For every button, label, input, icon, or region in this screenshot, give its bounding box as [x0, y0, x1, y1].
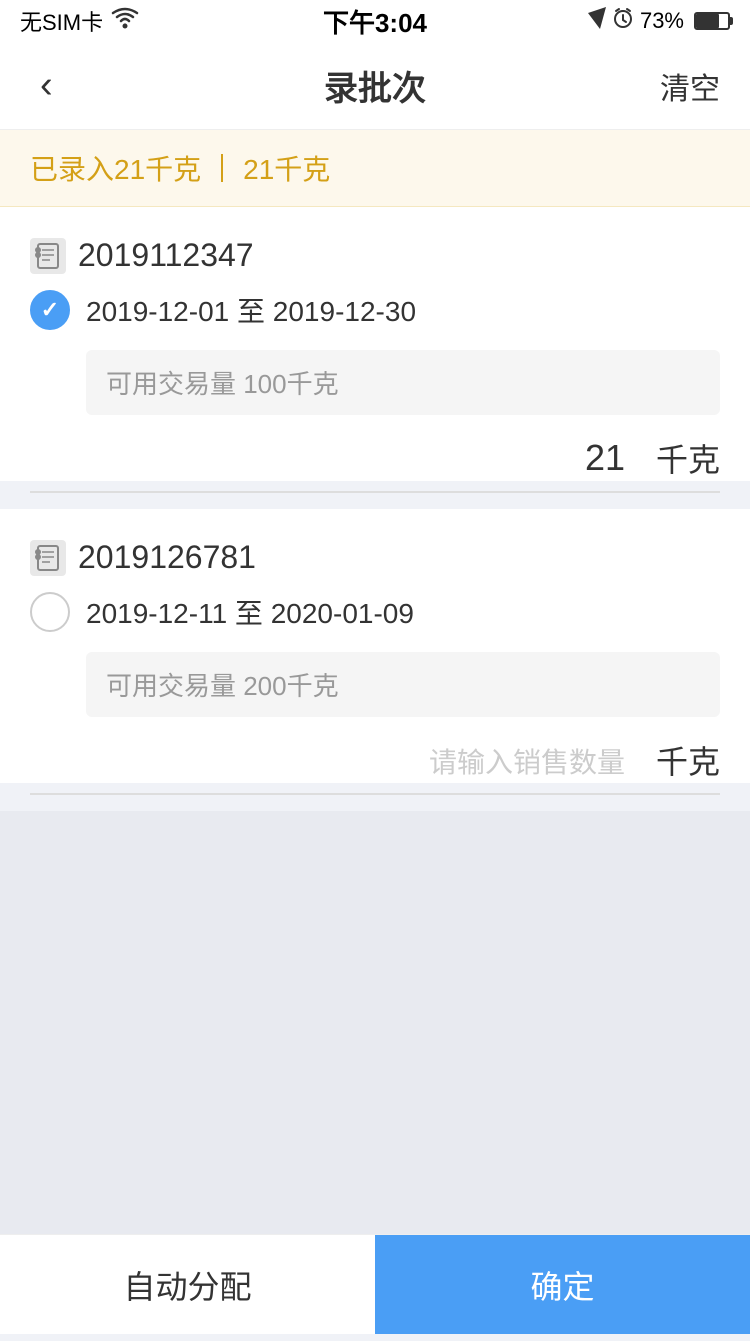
summary-total: 21千克	[243, 148, 330, 188]
section-divider-1	[0, 493, 750, 509]
batch2-icon	[30, 540, 66, 576]
page-title: 录批次	[324, 61, 426, 110]
batch2-radio[interactable]	[30, 592, 70, 632]
gray-area	[0, 811, 750, 1241]
summary-divider	[221, 154, 223, 182]
nav-bar: ‹ 录批次 清空	[0, 42, 750, 130]
batch1-icon	[30, 238, 66, 274]
batch1-number: 2019112347	[78, 237, 254, 274]
batch2-qty-row: 千克	[0, 717, 750, 783]
batch-card-1: 2019112347 ✓ 2019-12-01 至 2019-12-30 可用交…	[0, 207, 750, 415]
summary-recorded: 已录入21千克	[30, 148, 201, 188]
batch1-available: 可用交易量 100千克	[86, 350, 720, 415]
back-button[interactable]: ‹	[30, 54, 63, 117]
status-bar: 无SIM卡 下午3:04 73%	[0, 0, 750, 42]
batch1-qty-row: 千克	[0, 415, 750, 481]
batch1-radio[interactable]: ✓	[30, 290, 70, 330]
batch1-date-row: ✓ 2019-12-01 至 2019-12-30	[30, 290, 720, 330]
batch2-available: 可用交易量 200千克	[86, 652, 720, 717]
alarm-icon	[612, 7, 634, 35]
status-right: 73%	[588, 7, 730, 35]
batch1-date: 2019-12-01 至 2019-12-30	[86, 290, 416, 330]
batch1-check: ✓	[41, 297, 59, 323]
batch2-header: 2019126781	[30, 539, 720, 576]
batch2-qty-input[interactable]	[175, 739, 640, 781]
batch2-date: 2019-12-11 至 2020-01-09	[86, 592, 414, 632]
sim-text: 无SIM卡	[20, 5, 103, 37]
batch2-date-row: 2019-12-11 至 2020-01-09	[30, 592, 720, 632]
batch1-qty-input[interactable]	[175, 437, 640, 479]
wifi-icon	[111, 7, 139, 35]
clear-button[interactable]: 清空	[660, 64, 720, 108]
batch1-qty-unit: 千克	[656, 435, 720, 481]
location-icon	[588, 7, 606, 35]
confirm-button[interactable]: 确定	[375, 1235, 750, 1334]
summary-bar: 已录入21千克 21千克	[0, 130, 750, 207]
auto-distribute-button[interactable]: 自动分配	[0, 1235, 375, 1334]
section-divider-2	[0, 795, 750, 811]
status-time: 下午3:04	[323, 3, 427, 40]
battery-icon	[694, 12, 730, 30]
batch1-header: 2019112347	[30, 237, 720, 274]
battery-percent: 73%	[640, 8, 684, 34]
status-left: 无SIM卡	[20, 5, 139, 37]
batch-card-2: 2019126781 2019-12-11 至 2020-01-09 可用交易量…	[0, 509, 750, 717]
main-content: 2019112347 ✓ 2019-12-01 至 2019-12-30 可用交…	[0, 207, 750, 1341]
bottom-bar: 自动分配 确定	[0, 1234, 750, 1334]
batch2-qty-unit: 千克	[656, 737, 720, 783]
batch2-number: 2019126781	[78, 539, 256, 576]
